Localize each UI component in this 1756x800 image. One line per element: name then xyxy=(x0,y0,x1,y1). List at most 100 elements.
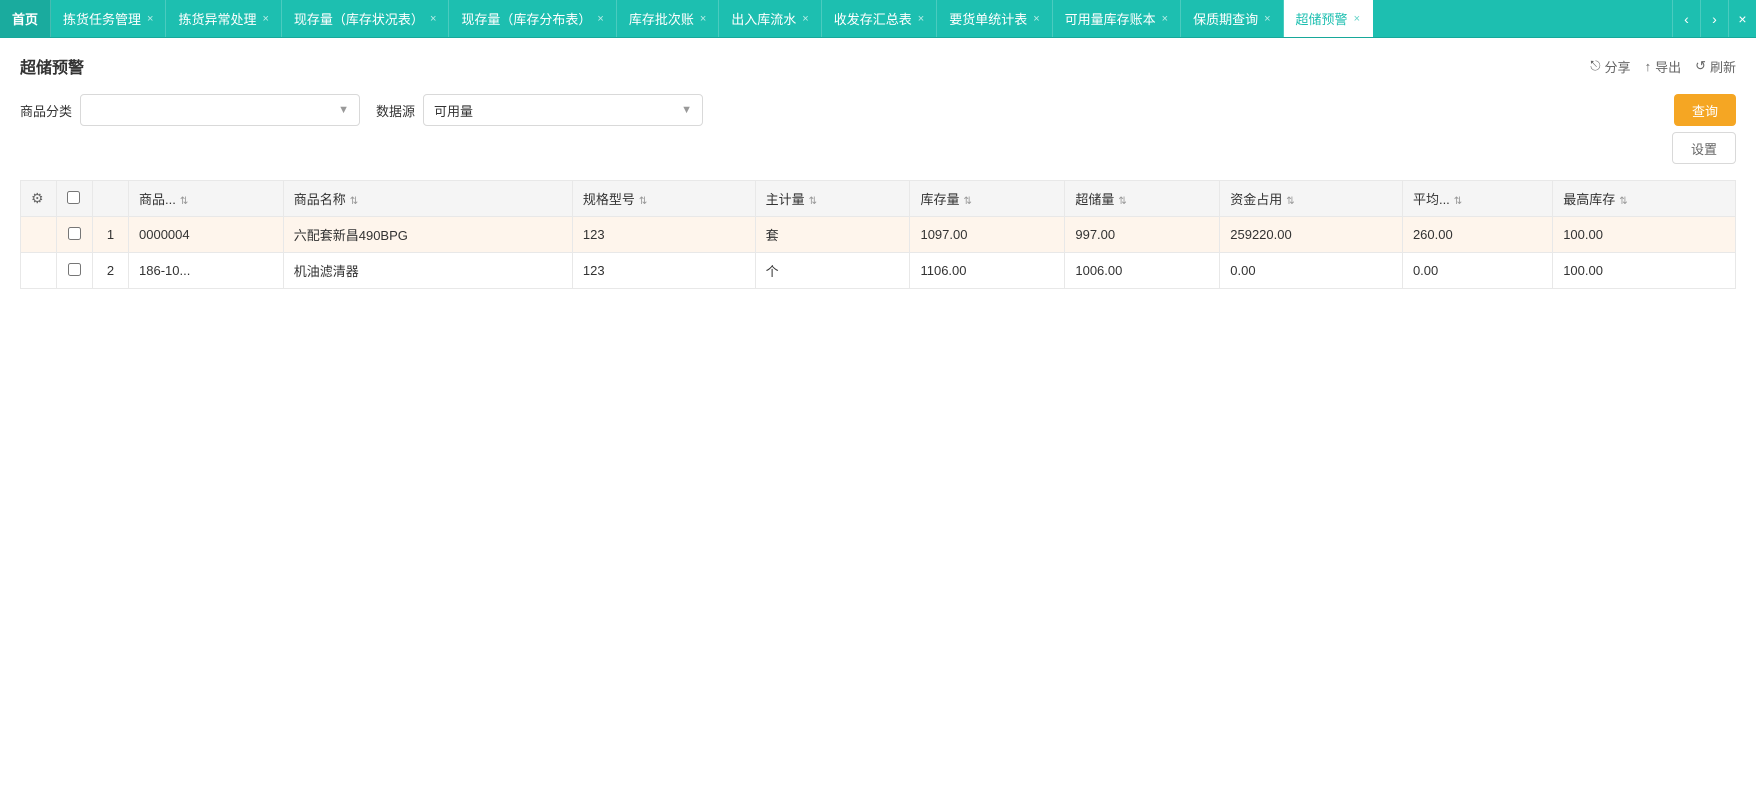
nav-close-quality-query[interactable]: × xyxy=(1264,13,1270,25)
nav-close-inventory-status[interactable]: × xyxy=(430,13,436,25)
select-all-checkbox[interactable] xyxy=(67,191,80,204)
col-capital[interactable]: 资金占用⇅ xyxy=(1220,181,1403,217)
nav-label-inventory-batch: 库存批次账 xyxy=(629,9,694,28)
nav-close-button[interactable]: × xyxy=(1728,0,1756,38)
table-header-row: ⚙ 商品...⇅ 商品名称⇅ 规格型号⇅ 主计量⇅ 库存量⇅ 超储量⇅ 资金占用… xyxy=(21,181,1736,217)
datasource-select[interactable]: 可用量 ▼ xyxy=(423,94,703,126)
share-icon: ⎋ xyxy=(1590,58,1600,74)
nav-close-collect-summary[interactable]: × xyxy=(918,13,924,25)
sort-icon-stock: ⇅ xyxy=(963,196,971,207)
share-button[interactable]: ⎋ 分享 xyxy=(1590,57,1630,76)
row-name-cell: 机油滤清器 xyxy=(283,253,572,289)
col-unit[interactable]: 主计量⇅ xyxy=(755,181,910,217)
col-checkbox xyxy=(57,181,93,217)
export-icon: ↑ xyxy=(1645,59,1652,74)
sort-icon-name: ⇅ xyxy=(350,196,358,207)
category-dropdown-icon: ▼ xyxy=(338,104,349,116)
row-unit-cell: 个 xyxy=(755,253,910,289)
nav-item-inventory-batch[interactable]: 库存批次账 × xyxy=(617,0,719,38)
page-title-bar: 超储预警 ⎋ 分享 ↑ 导出 ↺ 刷新 xyxy=(20,54,1736,78)
export-button[interactable]: ↑ 导出 xyxy=(1645,57,1682,76)
setting-button[interactable]: 设置 xyxy=(1672,132,1736,164)
nav-label-inventory-dist: 现存量（库存分布表） xyxy=(461,9,591,28)
nav-label-inventory-status: 现存量（库存状况表） xyxy=(294,9,424,28)
share-label: 分享 xyxy=(1605,57,1631,76)
row-checkbox-1[interactable] xyxy=(68,263,81,276)
nav-item-overstock-warning[interactable]: 超储预警 × xyxy=(1284,0,1373,38)
refresh-label: 刷新 xyxy=(1710,57,1736,76)
refresh-icon: ↺ xyxy=(1695,58,1706,74)
row-maxstock-cell: 100.00 xyxy=(1553,217,1736,253)
nav-item-order-stats[interactable]: 要货单统计表 × xyxy=(937,0,1052,38)
nav-label-order-stats: 要货单统计表 xyxy=(949,9,1027,28)
nav-close-inventory-dist[interactable]: × xyxy=(597,13,603,25)
nav-label-collect-summary: 收发存汇总表 xyxy=(834,9,912,28)
row-stock-cell: 1097.00 xyxy=(910,217,1065,253)
nav-label-refine-task: 拣货任务管理 xyxy=(63,9,141,28)
col-avg[interactable]: 平均...⇅ xyxy=(1402,181,1552,217)
page-content: 超储预警 ⎋ 分享 ↑ 导出 ↺ 刷新 商品分类 ▼ xyxy=(0,38,1756,305)
nav-item-collect-summary[interactable]: 收发存汇总表 × xyxy=(822,0,937,38)
export-label: 导出 xyxy=(1655,57,1681,76)
table-row: 2 186-10... 机油滤清器 123 个 1106.00 1006.00 … xyxy=(21,253,1736,289)
query-button[interactable]: 查询 xyxy=(1674,94,1736,126)
nav-item-inventory-status[interactable]: 现存量（库存状况表） × xyxy=(282,0,449,38)
datasource-filter: 数据源 可用量 ▼ xyxy=(376,94,703,126)
category-select[interactable]: ▼ xyxy=(80,94,360,126)
category-filter: 商品分类 ▼ xyxy=(20,94,360,126)
col-code[interactable]: 商品...⇅ xyxy=(129,181,284,217)
nav-close-refine-task[interactable]: × xyxy=(147,13,153,25)
nav-close-refine-abnormal[interactable]: × xyxy=(262,13,268,25)
nav-close-order-stats[interactable]: × xyxy=(1033,13,1039,25)
sort-icon-code: ⇅ xyxy=(180,196,188,207)
row-num-cell: 2 xyxy=(93,253,129,289)
datasource-label: 数据源 xyxy=(376,101,415,120)
row-stock-cell: 1106.00 xyxy=(910,253,1065,289)
nav-item-inout-flow[interactable]: 出入库流水× xyxy=(719,0,821,38)
nav-item-inventory-dist[interactable]: 现存量（库存分布表） × xyxy=(449,0,616,38)
nav-item-refine-abnormal[interactable]: 拣货异常处理× xyxy=(166,0,281,38)
top-navigation: 首页拣货任务管理×拣货异常处理×现存量（库存状况表）×现存量（库存分布表）×库存… xyxy=(0,0,1756,38)
nav-arrows: ‹ › × xyxy=(1672,0,1756,38)
row-overstock-cell: 1006.00 xyxy=(1065,253,1220,289)
col-stock[interactable]: 库存量⇅ xyxy=(910,181,1065,217)
col-maxstock[interactable]: 最高库存⇅ xyxy=(1553,181,1736,217)
col-gear[interactable]: ⚙ xyxy=(21,181,57,217)
nav-item-available-ledger[interactable]: 可用量库存账本 × xyxy=(1053,0,1181,38)
row-unit-cell: 套 xyxy=(755,217,910,253)
row-checkbox-cell[interactable] xyxy=(57,217,93,253)
nav-item-refine-task[interactable]: 拣货任务管理 × xyxy=(51,0,166,38)
sort-icon-capital: ⇅ xyxy=(1286,196,1294,207)
nav-prev-button[interactable]: ‹ xyxy=(1672,0,1700,38)
table-row: 1 0000004 六配套新昌490BPG 123 套 1097.00 997.… xyxy=(21,217,1736,253)
nav-label-available-ledger: 可用量库存账本 xyxy=(1065,9,1156,28)
sort-icon-maxstock: ⇅ xyxy=(1619,196,1627,207)
nav-label-home: 首页 xyxy=(12,9,38,28)
refresh-button[interactable]: ↺ 刷新 xyxy=(1695,57,1736,76)
datasource-dropdown-icon: ▼ xyxy=(681,104,692,116)
row-maxstock-cell: 100.00 xyxy=(1553,253,1736,289)
sort-icon-overstock: ⇅ xyxy=(1118,196,1126,207)
nav-item-home[interactable]: 首页 xyxy=(0,0,51,38)
col-name[interactable]: 商品名称⇅ xyxy=(283,181,572,217)
row-gear-cell xyxy=(21,253,57,289)
row-overstock-cell: 997.00 xyxy=(1065,217,1220,253)
nav-item-quality-query[interactable]: 保质期查询× xyxy=(1181,0,1283,38)
title-actions: ⎋ 分享 ↑ 导出 ↺ 刷新 xyxy=(1590,57,1736,76)
data-table: ⚙ 商品...⇅ 商品名称⇅ 规格型号⇅ 主计量⇅ 库存量⇅ 超储量⇅ 资金占用… xyxy=(20,180,1736,289)
nav-close-overstock-warning[interactable]: × xyxy=(1354,13,1360,25)
row-checkbox-cell[interactable] xyxy=(57,253,93,289)
col-spec[interactable]: 规格型号⇅ xyxy=(572,181,755,217)
row-checkbox-0[interactable] xyxy=(68,227,81,240)
nav-next-button[interactable]: › xyxy=(1700,0,1728,38)
nav-close-available-ledger[interactable]: × xyxy=(1162,13,1168,25)
col-overstock[interactable]: 超储量⇅ xyxy=(1065,181,1220,217)
sort-icon-unit: ⇅ xyxy=(809,196,817,207)
page-title: 超储预警 xyxy=(20,54,84,78)
row-code-cell: 186-10... xyxy=(129,253,284,289)
row-avg-cell: 260.00 xyxy=(1402,217,1552,253)
row-avg-cell: 0.00 xyxy=(1402,253,1552,289)
nav-label-overstock-warning: 超储预警 xyxy=(1296,9,1348,28)
nav-close-inout-flow[interactable]: × xyxy=(802,13,808,25)
nav-close-inventory-batch[interactable]: × xyxy=(700,13,706,25)
